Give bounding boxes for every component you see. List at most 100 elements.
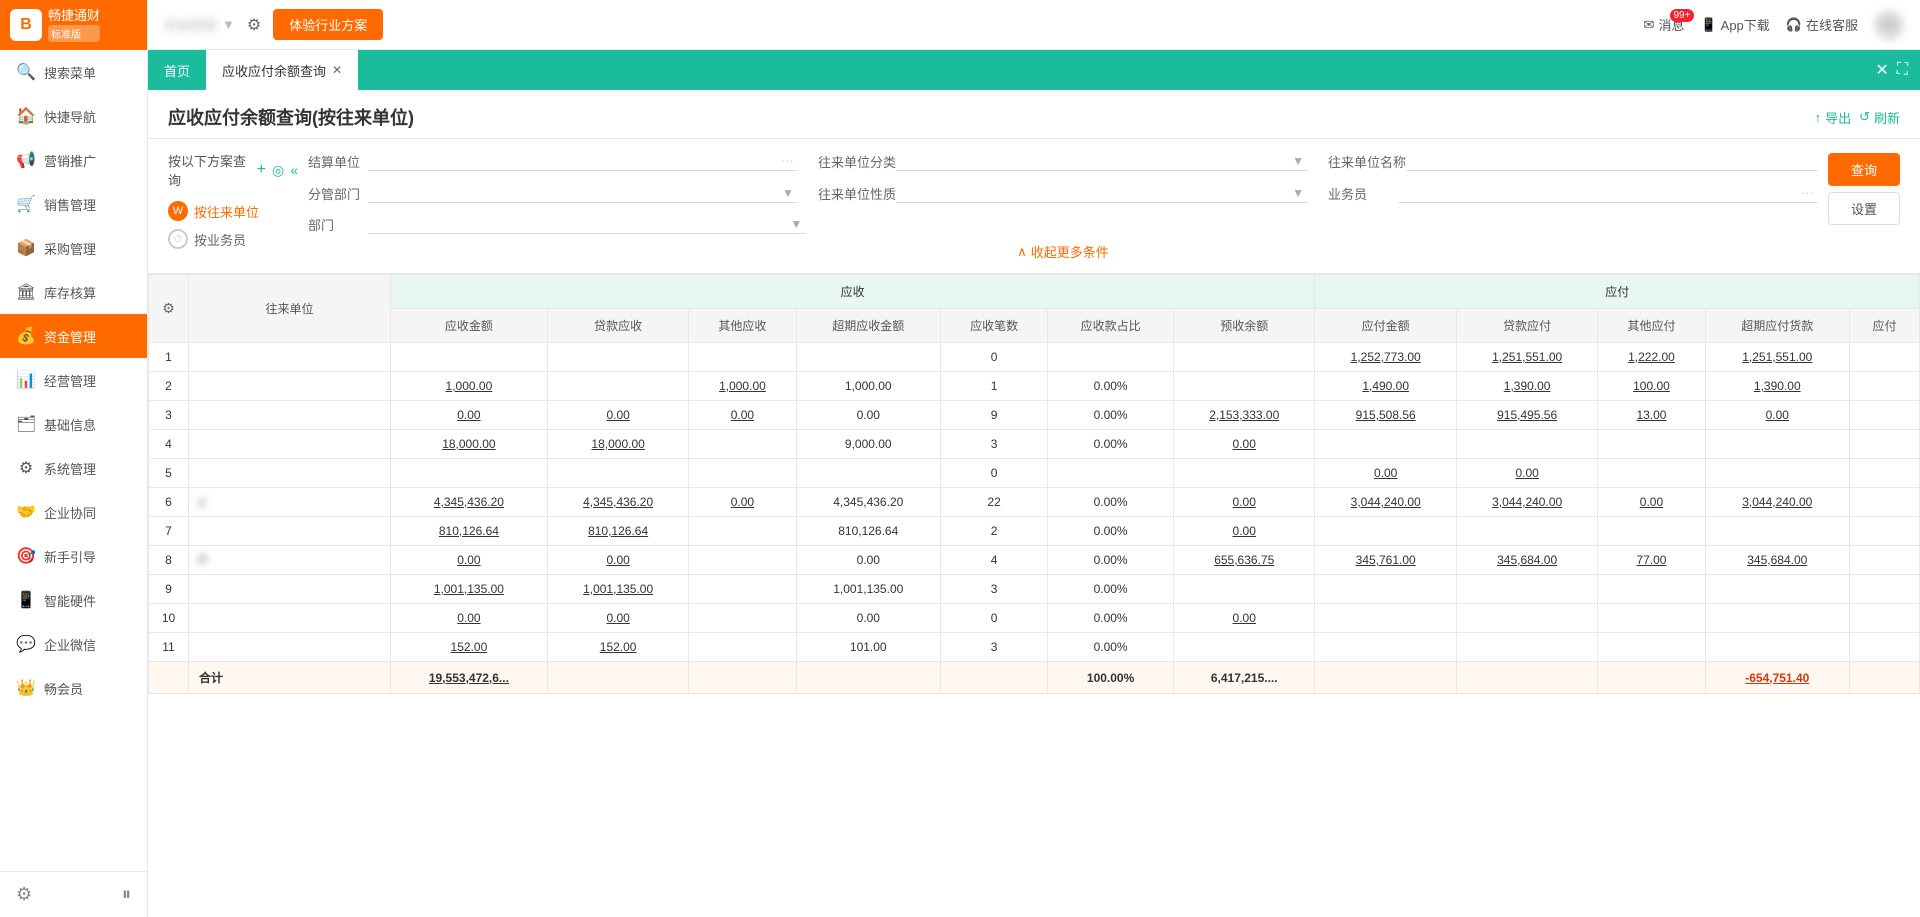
sidebar-item-enterprise[interactable]: 🤝 企业协同: [0, 490, 147, 534]
sidebar-item-operations[interactable]: 📊 经营管理: [0, 358, 147, 402]
tab-close-all-icon[interactable]: ✕: [1875, 60, 1888, 80]
sidebar-item-sales[interactable]: 🛒 销售管理: [0, 182, 147, 226]
row-ar-amount[interactable]: 152.00: [390, 633, 547, 662]
query-button[interactable]: 查询: [1828, 153, 1900, 186]
row-ar-amount[interactable]: 4,345,436.20: [390, 488, 547, 517]
row-ar-loan[interactable]: 0.00: [547, 604, 688, 633]
table-settings-icon[interactable]: ⚙: [162, 300, 175, 316]
partner-type-chevron-icon[interactable]: ▼: [1292, 154, 1304, 168]
app-download-button[interactable]: 📱 App下载: [1700, 15, 1769, 34]
row-ap-loan[interactable]: 1,390.00: [1456, 372, 1597, 401]
sidebar-item-basic[interactable]: 🗂 基础信息: [0, 402, 147, 446]
row-ar-loan[interactable]: 0.00: [547, 401, 688, 430]
row-ap-overdue[interactable]: 345,684.00: [1705, 546, 1849, 575]
collapse-footer-icon[interactable]: ⏸: [122, 884, 131, 905]
row-prepay[interactable]: 0.00: [1174, 488, 1315, 517]
row-ap-amount[interactable]: 915,508.56: [1315, 401, 1456, 430]
partner-nature-chevron-icon[interactable]: ▼: [1292, 186, 1304, 200]
partner-name-input[interactable]: [1410, 153, 1814, 168]
total-ar-total[interactable]: 19,553,472,6...: [390, 662, 547, 694]
sidebar-item-search-menu[interactable]: 🔍 搜索菜单: [0, 50, 147, 94]
sidebar-item-finance[interactable]: 💰 资金管理: [0, 314, 147, 358]
scheme-collapse-icon[interactable]: «: [290, 162, 298, 178]
row-ar-other[interactable]: 0.00: [689, 401, 796, 430]
scheme-item-by-partner[interactable]: W 按往来单位: [168, 197, 298, 225]
row-ap-overdue[interactable]: 1,390.00: [1705, 372, 1849, 401]
sidebar-item-marketing[interactable]: 📢 营销推广: [0, 138, 147, 182]
sidebar-item-wechat[interactable]: 💬 企业微信: [0, 622, 147, 666]
row-ar-amount[interactable]: 1,000.00: [390, 372, 547, 401]
settings-button[interactable]: 设置: [1828, 192, 1900, 225]
scheme-add-icon[interactable]: +: [257, 161, 266, 179]
row-ap-amount[interactable]: 345,761.00: [1315, 546, 1456, 575]
tab-expand-icon[interactable]: ⛶: [1897, 61, 1908, 79]
row-ar-loan[interactable]: 810,126.64: [547, 517, 688, 546]
row-ar-amount: [390, 459, 547, 488]
row-ap-loan[interactable]: 1,251,551.00: [1456, 343, 1597, 372]
row-ap-other[interactable]: 100.00: [1598, 372, 1705, 401]
tab-home[interactable]: 首页: [148, 50, 206, 90]
jiesuan-input[interactable]: [372, 153, 781, 168]
refresh-button[interactable]: ↺ 刷新: [1859, 108, 1900, 127]
row-ar-amount[interactable]: 0.00: [390, 401, 547, 430]
row-ap-other[interactable]: 13.00: [1598, 401, 1705, 430]
row-ap-overdue[interactable]: 3,044,240.00: [1705, 488, 1849, 517]
row-prepay[interactable]: 0.00: [1174, 517, 1315, 546]
row-ap-amount[interactable]: 0.00: [1315, 459, 1456, 488]
row-ar-other[interactable]: 1,000.00: [689, 372, 796, 401]
row-ar-amount[interactable]: 18,000.00: [390, 430, 547, 459]
row-ar-loan[interactable]: 152.00: [547, 633, 688, 662]
sidebar-item-quick-nav[interactable]: 🏠 快捷导航: [0, 94, 147, 138]
collapse-button[interactable]: ∧ 收起更多条件: [1017, 242, 1109, 261]
row-ar-loan[interactable]: 18,000.00: [547, 430, 688, 459]
row-ar-ratio: [1048, 459, 1174, 488]
sidebar-item-hardware[interactable]: 📱 智能硬件: [0, 578, 147, 622]
promo-button[interactable]: 体验行业方案: [273, 9, 383, 40]
row-ap-loan[interactable]: 915,495.56: [1456, 401, 1597, 430]
row-ap-loan[interactable]: 0.00: [1456, 459, 1597, 488]
row-ar-amount[interactable]: 1,001,135.00: [390, 575, 547, 604]
sidebar-item-member[interactable]: 👑 畅会员: [0, 666, 147, 710]
settings-footer-icon[interactable]: ⚙: [16, 884, 32, 905]
sidebar-item-purchase[interactable]: 📦 采购管理: [0, 226, 147, 270]
salesperson-dots-icon[interactable]: ···: [1801, 185, 1814, 200]
online-service-button[interactable]: 🎧 在线客服: [1786, 15, 1858, 34]
row-ar-loan[interactable]: 1,001,135.00: [547, 575, 688, 604]
topbar-gear-icon[interactable]: ⚙: [247, 15, 261, 35]
row-ap-overdue[interactable]: 1,251,551.00: [1705, 343, 1849, 372]
scheme-item-by-staff[interactable]: ⏱ 按业务员: [168, 225, 298, 253]
sidebar-item-guide[interactable]: 🎯 新手引导: [0, 534, 147, 578]
row-prepay[interactable]: 0.00: [1174, 604, 1315, 633]
scheme-settings-icon[interactable]: ◎: [272, 162, 284, 179]
jiesuan-dots-icon[interactable]: ···: [781, 153, 794, 168]
row-ap-other[interactable]: 77.00: [1598, 546, 1705, 575]
row-ar-loan[interactable]: 0.00: [547, 546, 688, 575]
sidebar-item-system[interactable]: ⚙ 系统管理: [0, 446, 147, 490]
row-ap-other[interactable]: 0.00: [1598, 488, 1705, 517]
row-ap-loan[interactable]: 3,044,240.00: [1456, 488, 1597, 517]
row-ar-loan[interactable]: 4,345,436.20: [547, 488, 688, 517]
row-ar-amount[interactable]: 810,126.64: [390, 517, 547, 546]
row-ar-amount[interactable]: 0.00: [390, 546, 547, 575]
row-ar-amount[interactable]: 0.00: [390, 604, 547, 633]
user-avatar[interactable]: Rit: [1874, 10, 1904, 40]
breadcrumb-chevron-icon: ▼: [222, 17, 235, 32]
sidebar-item-inventory[interactable]: 🏛 库存核算: [0, 270, 147, 314]
row-ap-amount[interactable]: 3,044,240.00: [1315, 488, 1456, 517]
row-ap-loan[interactable]: 345,684.00: [1456, 546, 1597, 575]
row-ap-overdue[interactable]: 0.00: [1705, 401, 1849, 430]
tab-close-icon[interactable]: ✕: [332, 63, 342, 77]
message-button[interactable]: ✉ 消息 99+: [1644, 15, 1685, 34]
total-ap-overdue[interactable]: -654,751.40: [1705, 662, 1849, 694]
row-prepay[interactable]: 2,153,333.00: [1174, 401, 1315, 430]
row-prepay[interactable]: 655,636.75: [1174, 546, 1315, 575]
row-ap-amount[interactable]: 1,490.00: [1315, 372, 1456, 401]
row-prepay[interactable]: 0.00: [1174, 430, 1315, 459]
row-ap-amount[interactable]: 1,252,773.00: [1315, 343, 1456, 372]
dept2-chevron-icon[interactable]: ▼: [790, 217, 802, 231]
row-ar-other[interactable]: 0.00: [689, 488, 796, 517]
dept-chevron-icon[interactable]: ▼: [782, 186, 794, 200]
tab-ar-ap[interactable]: 应收应付余额查询 ✕: [206, 50, 358, 90]
row-ap-other[interactable]: 1,222.00: [1598, 343, 1705, 372]
export-button[interactable]: ↑ 导出: [1815, 108, 1852, 127]
